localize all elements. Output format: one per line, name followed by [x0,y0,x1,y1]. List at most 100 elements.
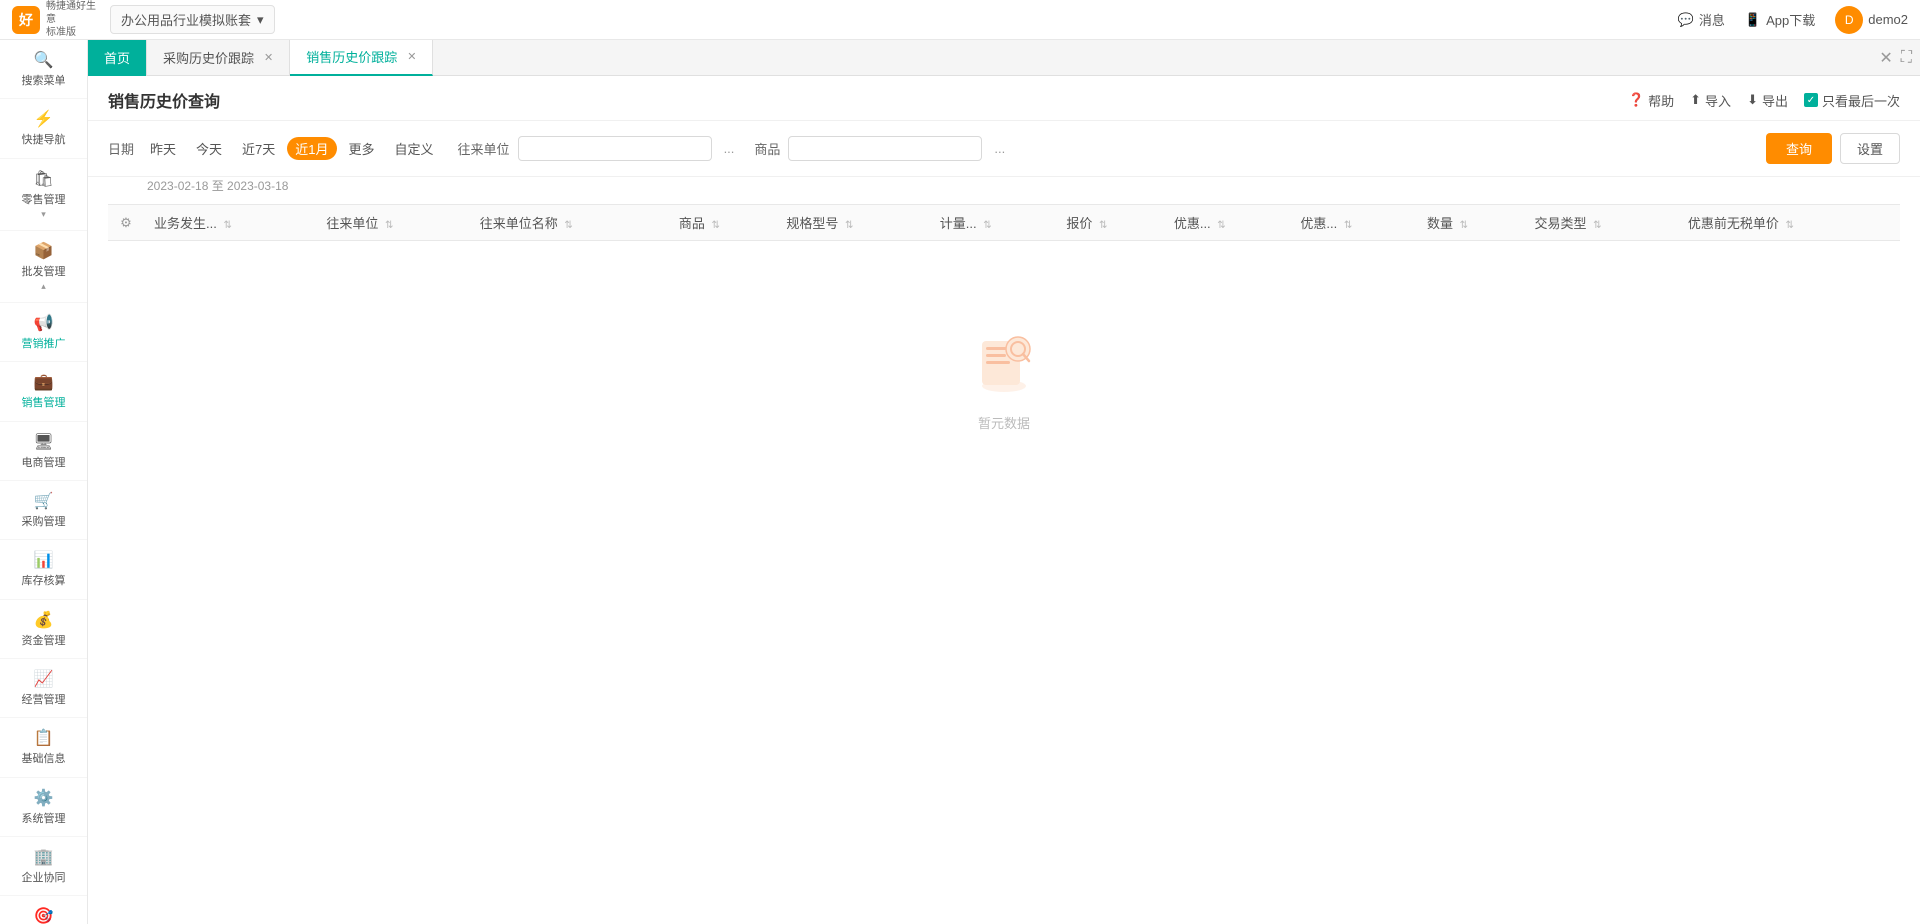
sidebar-item-wholesale[interactable]: 📦 批发管理 ▴ [0,231,87,303]
page-header: 销售历史价查询 ❓ 帮助 ⬆ 导入 ⬇ 导出 ✓ 只看最后一次 [88,76,1920,121]
logo-area: 好 畅捷通好生意 标准版 [12,0,100,39]
sidebar-item-label: 库存核算 [22,574,66,588]
sidebar-item-shortcut[interactable]: ⚡ 快捷导航 [0,99,87,158]
sort-icon: ⇅ [1460,220,1468,231]
table-col-goods[interactable]: 商品 ⇅ [669,205,777,241]
tab-close-sales[interactable]: ✕ [407,50,416,63]
sidebar-item-label: 资金管理 [22,634,66,648]
table-col-quote[interactable]: 报价 ⇅ [1056,205,1164,241]
table-col-trade-type[interactable]: 交易类型 ⇅ [1525,205,1678,241]
sidebar-item-label: 企业协同 [22,871,66,885]
goods-filter-label: 商品 [754,139,780,158]
sidebar-item-basic[interactable]: 📋 基础信息 [0,718,87,777]
maximize-btn[interactable]: ⛶ [1901,49,1912,67]
sidebar-item-search[interactable]: 🔍 搜索菜单 [0,40,87,99]
sort-icon: ⇅ [1099,220,1107,231]
date-btn-more[interactable]: 更多 [341,137,383,160]
sidebar-item-label: 系统管理 [22,812,66,826]
tab-home[interactable]: 首页 [88,40,147,76]
export-btn[interactable]: ⬇ 导出 [1747,91,1788,110]
sidebar-item-enterprise[interactable]: 🏢 企业协同 [0,837,87,896]
date-btn-today[interactable]: 今天 [188,137,230,160]
date-btn-yesterday[interactable]: 昨天 [142,137,184,160]
import-icon: ⬆ [1690,92,1701,108]
table-col-biz-date[interactable]: 业务发生... ⇅ [144,205,316,241]
date-range-display: 2023-02-18 至 2023-03-18 [88,177,1920,204]
sidebar-item-retail[interactable]: 🛍 零售管理 ▾ [0,159,87,231]
help-icon: ❓ [1628,92,1644,108]
sidebar-item-label: 零售管理 [22,193,66,207]
gear-icon[interactable]: ⚙ [120,215,132,230]
app-download-btn[interactable]: 📱 App下载 [1745,10,1815,29]
sidebar-item-guide[interactable]: 🎯 新手引导 [0,896,87,924]
enterprise-icon: 🏢 [34,847,54,867]
finance-icon: 💰 [34,610,54,630]
table-col-spec[interactable]: 规格型号 ⇅ [776,205,929,241]
data-table: ⚙ 业务发生... ⇅ 往来单位 ⇅ 往来单位名称 ⇅ [108,204,1900,241]
table-col-pre-tax-price[interactable]: 优惠前无税单价 ⇅ [1678,205,1900,241]
query-button[interactable]: 查询 [1766,133,1832,164]
date-btn-7days[interactable]: 近7天 [234,137,283,160]
date-shortcuts: 昨天 今天 近7天 近1月 更多 自定义 [142,137,442,160]
ecommerce-icon: 🖥 [33,432,53,452]
operations-icon: 📈 [34,669,54,689]
table-col-partner-name[interactable]: 往来单位名称 ⇅ [470,205,669,241]
tab-sales-history[interactable]: 销售历史价跟踪 ✕ [290,40,433,76]
sidebar-item-ecommerce[interactable]: 🖥 电商管理 [0,422,87,481]
close-all-tabs-btn[interactable]: ✕ [1879,48,1892,68]
sidebar-item-label: 快捷导航 [22,133,66,147]
partner-filter-dots[interactable]: ... [720,141,739,156]
sidebar-item-label: 批发管理 [22,265,66,279]
download-icon: 📱 [1745,12,1761,28]
main-content: 销售历史价查询 ❓ 帮助 ⬆ 导入 ⬇ 导出 ✓ 只看最后一次 日期 [88,76,1920,924]
app-selector[interactable]: 办公用品行业模拟账套 ▾ [110,5,275,34]
date-btn-custom[interactable]: 自定义 [387,137,442,160]
sidebar-item-operations[interactable]: 📈 经营管理 [0,659,87,718]
table-col-quantity[interactable]: 数量 ⇅ [1417,205,1525,241]
marketing-icon: 📢 [34,313,54,333]
sort-icon: ⇅ [1786,220,1794,231]
purchase-icon: 🛒 [34,491,54,511]
header-right: 💬 消息 📱 App下载 D demo2 [1678,6,1908,34]
sidebar-item-sales-mgmt[interactable]: 💼 销售管理 [0,362,87,421]
sidebar-item-purchase[interactable]: 🛒 采购管理 [0,481,87,540]
table-col-unit[interactable]: 计量... ⇅ [930,205,1057,241]
goods-filter-dots[interactable]: ... [990,141,1009,156]
help-btn[interactable]: ❓ 帮助 [1628,91,1674,110]
sidebar: 🔍 搜索菜单 ⚡ 快捷导航 🛍 零售管理 ▾ 📦 批发管理 ▴ 📢 营销推广 💼… [0,40,88,924]
sales-icon: 💼 [34,372,54,392]
date-btn-1month[interactable]: 近1月 [287,137,336,160]
sort-icon: ⇅ [1217,220,1225,231]
settings-button[interactable]: 设置 [1840,133,1900,164]
partner-filter-input[interactable] [518,136,712,161]
sales-tab-label: 销售历史价跟踪 [306,47,397,66]
tab-bar-right: ✕ ⛶ [1879,48,1920,68]
filter-right: 查询 设置 [1766,133,1900,164]
sidebar-item-label: 基础信息 [22,752,66,766]
empty-text: 暂元数据 [978,413,1030,432]
sidebar-item-inventory[interactable]: 📊 库存核算 [0,540,87,599]
tab-purchase-history[interactable]: 采购历史价跟踪 ✕ [147,40,290,76]
table-col-discount2[interactable]: 优惠... ⇅ [1290,205,1417,241]
retail-icon: 🛍 [33,169,53,189]
sidebar-item-finance[interactable]: 💰 资金管理 [0,600,87,659]
only-last-checkbox[interactable]: ✓ 只看最后一次 [1804,91,1900,110]
user-avatar-area[interactable]: D demo2 [1835,6,1908,34]
avatar: D [1835,6,1863,34]
sort-icon: ⇅ [223,220,231,231]
sidebar-item-label: 采购管理 [22,515,66,529]
tab-close-purchase[interactable]: ✕ [264,51,273,64]
sort-icon: ⇅ [385,220,393,231]
goods-filter-input[interactable] [788,136,982,161]
message-btn[interactable]: 💬 消息 [1678,10,1725,29]
table-col-partner-code[interactable]: 往来单位 ⇅ [316,205,469,241]
inventory-icon: 📊 [34,550,54,570]
page-actions: ❓ 帮助 ⬆ 导入 ⬇ 导出 ✓ 只看最后一次 [1628,91,1900,110]
top-header: 好 畅捷通好生意 标准版 办公用品行业模拟账套 ▾ 💬 消息 📱 App下载 D… [0,0,1920,40]
date-filter-label: 日期 [108,139,134,158]
table-col-discount1[interactable]: 优惠... ⇅ [1164,205,1291,241]
partner-filter-label: 往来单位 [458,139,510,158]
sidebar-item-system[interactable]: ⚙️ 系统管理 [0,778,87,837]
sidebar-item-marketing[interactable]: 📢 营销推广 [0,303,87,362]
import-btn[interactable]: ⬆ 导入 [1690,91,1731,110]
